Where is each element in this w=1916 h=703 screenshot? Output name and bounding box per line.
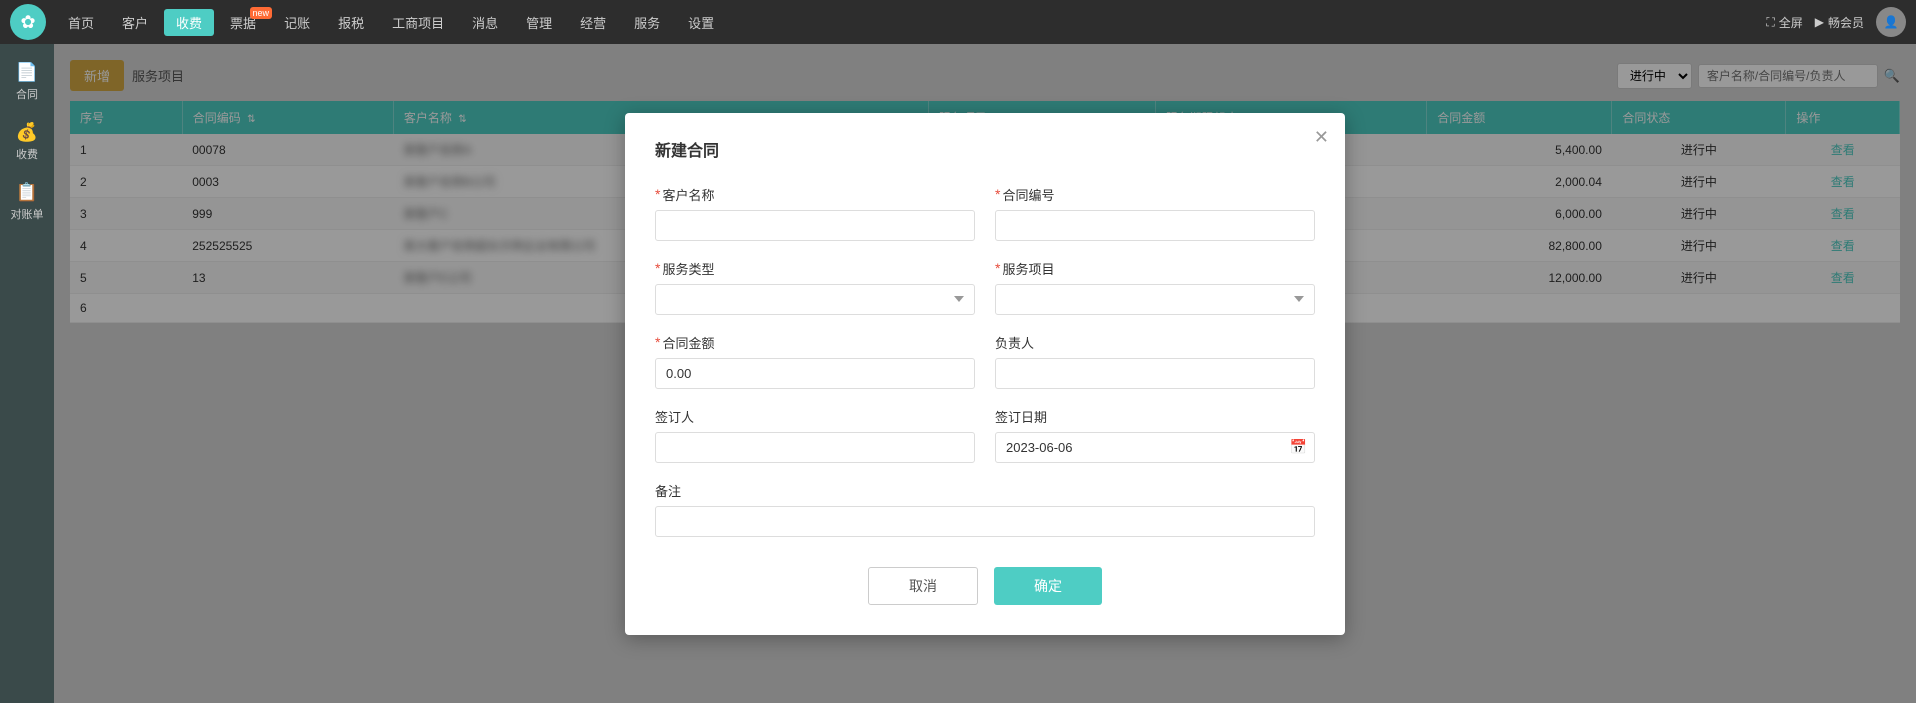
service-type-select[interactable] xyxy=(655,284,975,315)
signer-label: 签订人 xyxy=(655,407,975,426)
sidebar-fee-label: 收费 xyxy=(16,146,38,162)
nav-bookkeeping[interactable]: 记账 xyxy=(272,9,322,36)
fullscreen-button[interactable]: ⛶ 全屏 xyxy=(1766,14,1802,31)
sidebar-reconcile-label: 对账单 xyxy=(11,206,44,222)
nav-message[interactable]: 消息 xyxy=(460,9,510,36)
signer-input[interactable] xyxy=(655,432,975,463)
form-group-amount: * 合同金额 xyxy=(655,333,975,389)
content-area: 新增 服务项目 进行中 已完成 已取消 🔍 序号 合同编码 ⇅ 客户名称 ⇅ 服… xyxy=(54,44,1916,703)
form-group-responsible: 负责人 xyxy=(995,333,1315,389)
left-sidebar: 📄 合同 💰 收费 📋 对账单 xyxy=(0,44,54,703)
form-row-3: * 合同金额 负责人 xyxy=(655,333,1315,389)
service-type-label: * 服务类型 xyxy=(655,259,975,278)
notes-input[interactable] xyxy=(655,506,1315,537)
avatar-icon: 👤 xyxy=(1884,15,1899,29)
modal-footer: 取消 确定 xyxy=(655,567,1315,605)
new-contract-modal: ✕ 新建合同 * 客户名称 * 合同编号 xyxy=(625,113,1345,635)
sidebar-item-fee[interactable]: 💰 收费 xyxy=(3,114,51,170)
customer-name-input[interactable] xyxy=(655,210,975,241)
form-row-4: 签订人 签订日期 📅 xyxy=(655,407,1315,463)
cancel-button[interactable]: 取消 xyxy=(868,567,978,605)
contract-icon: 📄 xyxy=(16,62,38,83)
fee-icon: 💰 xyxy=(16,122,38,143)
modal-close-button[interactable]: ✕ xyxy=(1314,127,1329,148)
form-group-contract-no: * 合同编号 xyxy=(995,185,1315,241)
new-badge: new xyxy=(250,7,273,19)
responsible-input[interactable] xyxy=(995,358,1315,389)
responsible-label: 负责人 xyxy=(995,333,1315,352)
sign-date-label: 签订日期 xyxy=(995,407,1315,426)
customer-name-label: * 客户名称 xyxy=(655,185,975,204)
nav-service[interactable]: 服务 xyxy=(622,9,672,36)
member-icon: ▶ xyxy=(1815,15,1824,29)
calendar-icon[interactable]: 📅 xyxy=(1290,439,1307,456)
nav-menu: 首页 客户 收费 票据 new 记账 报税 工商项目 消息 管理 经营 服务 设… xyxy=(56,9,1766,36)
nav-biz[interactable]: 工商项目 xyxy=(380,9,456,36)
amount-label: * 合同金额 xyxy=(655,333,975,352)
sidebar-item-contract[interactable]: 📄 合同 xyxy=(3,54,51,110)
form-group-sign-date: 签订日期 📅 xyxy=(995,407,1315,463)
form-group-notes: 备注 xyxy=(655,481,1315,537)
modal-title: 新建合同 xyxy=(655,137,1315,161)
app-logo: ✿ xyxy=(10,4,46,40)
form-group-service-type: * 服务类型 xyxy=(655,259,975,315)
sidebar-contract-label: 合同 xyxy=(16,86,38,102)
nav-client[interactable]: 客户 xyxy=(110,9,160,36)
top-navigation: ✿ 首页 客户 收费 票据 new 记账 报税 工商项目 消息 管理 经营 服务… xyxy=(0,0,1916,44)
avatar[interactable]: 👤 xyxy=(1876,7,1906,37)
nav-right-area: ⛶ 全屏 ▶ 畅会员 👤 xyxy=(1766,7,1906,37)
nav-fee[interactable]: 收费 xyxy=(164,9,214,36)
sidebar-item-reconcile[interactable]: 📋 对账单 xyxy=(3,174,51,230)
reconcile-icon: 📋 xyxy=(16,182,38,203)
notes-label: 备注 xyxy=(655,481,1315,500)
form-group-customer-name: * 客户名称 xyxy=(655,185,975,241)
nav-operation[interactable]: 经营 xyxy=(568,9,618,36)
fullscreen-icon: ⛶ xyxy=(1766,15,1774,30)
sign-date-input[interactable] xyxy=(995,432,1315,463)
form-row-1: * 客户名称 * 合同编号 xyxy=(655,185,1315,241)
nav-manage[interactable]: 管理 xyxy=(514,9,564,36)
sign-date-wrapper: 📅 xyxy=(995,432,1315,463)
confirm-button[interactable]: 确定 xyxy=(994,567,1102,605)
main-layout: 📄 合同 💰 收费 📋 对账单 新增 服务项目 进行中 已完成 已取消 � xyxy=(0,44,1916,703)
nav-settings[interactable]: 设置 xyxy=(676,9,726,36)
form-group-signer: 签订人 xyxy=(655,407,975,463)
contract-no-label: * 合同编号 xyxy=(995,185,1315,204)
nav-tax[interactable]: 报税 xyxy=(326,9,376,36)
nav-invoice[interactable]: 票据 new xyxy=(218,9,268,36)
contract-no-input[interactable] xyxy=(995,210,1315,241)
nav-home[interactable]: 首页 xyxy=(56,9,106,36)
amount-input[interactable] xyxy=(655,358,975,389)
form-group-service-item: * 服务项目 xyxy=(995,259,1315,315)
form-row-5: 备注 xyxy=(655,481,1315,537)
service-item-label: * 服务项目 xyxy=(995,259,1315,278)
service-item-select[interactable] xyxy=(995,284,1315,315)
form-row-2: * 服务类型 * 服务项目 xyxy=(655,259,1315,315)
member-button[interactable]: ▶ 畅会员 xyxy=(1815,14,1864,31)
modal-overlay: ✕ 新建合同 * 客户名称 * 合同编号 xyxy=(54,44,1916,703)
